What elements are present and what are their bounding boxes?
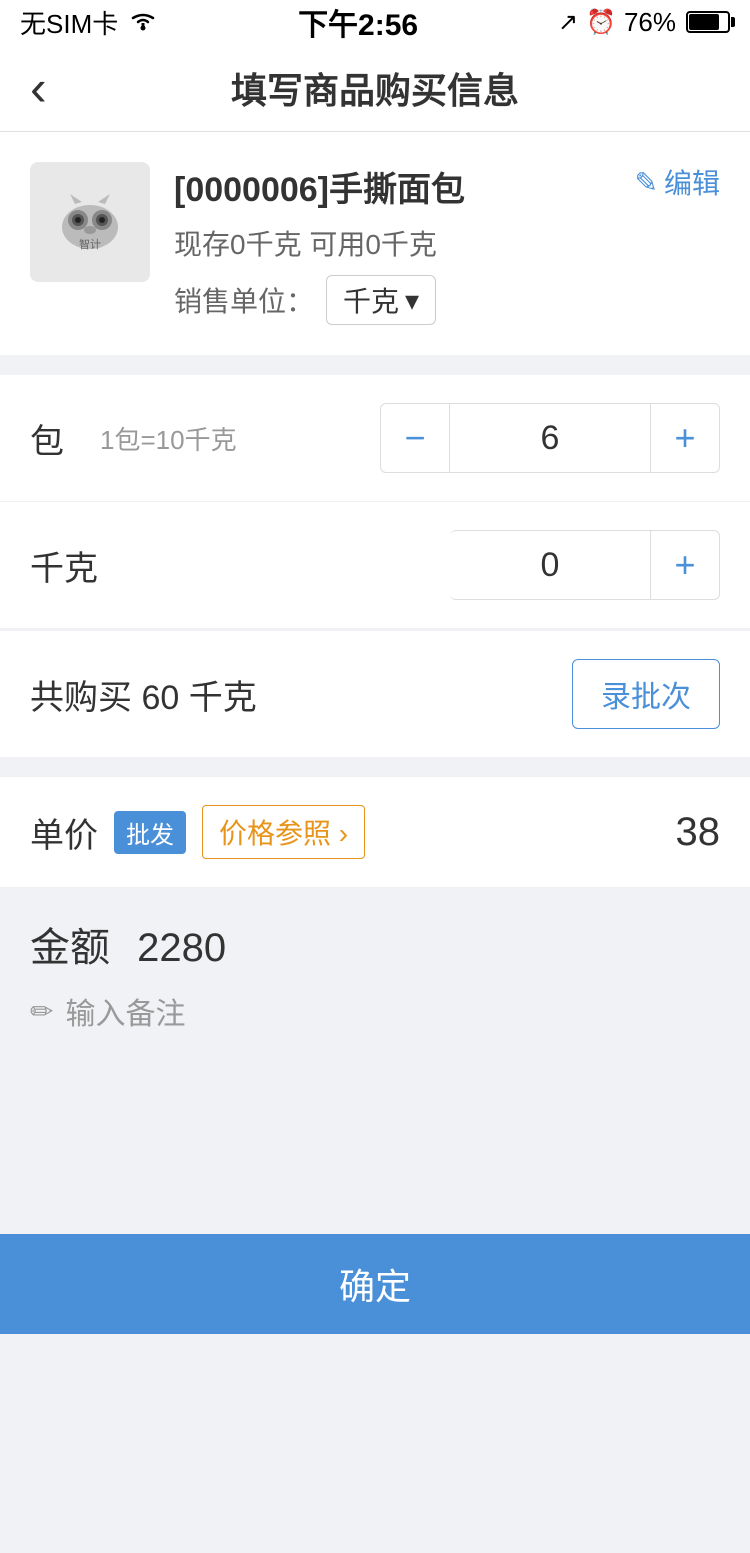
divider-1 xyxy=(0,365,750,375)
unit-select[interactable]: 千克 ▾ xyxy=(326,275,436,325)
location-icon: ↗ xyxy=(558,8,578,37)
price-section: 单价 批发 价格参照 › 38 xyxy=(0,777,750,887)
price-reference-button[interactable]: 价格参照 › xyxy=(202,805,365,859)
status-bar: 无SIM卡 下午2:56 ↗ ⏰ 76% xyxy=(0,0,750,44)
kg-label: 千克 xyxy=(30,541,98,590)
divider-2 xyxy=(0,767,750,777)
kg-quantity-input[interactable] xyxy=(450,530,650,600)
chevron-down-icon: ▾ xyxy=(405,284,419,317)
kg-quantity-controls: + xyxy=(450,530,720,600)
total-section: 共购买 60 千克 录批次 xyxy=(0,631,750,757)
price-label: 单价 xyxy=(30,808,98,857)
alarm-icon: ⏰ xyxy=(586,8,616,37)
confirm-bar[interactable]: 确定 xyxy=(0,1234,750,1334)
product-unit: 销售单位： 千克 ▾ xyxy=(174,275,720,325)
amount-value: 2280 xyxy=(137,926,226,970)
amount-section: 金额 2280 ✏ 输入备注 xyxy=(0,887,750,1053)
page-title: 填写商品购买信息 xyxy=(231,62,519,114)
pencil-icon: ✏ xyxy=(30,995,53,1028)
status-left: 无SIM卡 xyxy=(20,4,158,41)
bag-hint: 1包=10千克 xyxy=(100,420,380,457)
nav-bar: ‹ 填写商品购买信息 xyxy=(0,44,750,132)
svg-text:智计: 智计 xyxy=(79,237,101,251)
bag-quantity-row: 包 1包=10千克 − + xyxy=(0,375,750,502)
battery-icon xyxy=(686,11,730,33)
carrier-text: 无SIM卡 xyxy=(20,4,118,41)
unit-label: 销售单位： xyxy=(174,280,314,320)
kg-quantity-row: 千克 + xyxy=(0,502,750,629)
bag-minus-button[interactable]: − xyxy=(380,403,450,473)
bag-quantity-controls: − + xyxy=(380,403,720,473)
price-value: 38 xyxy=(676,810,721,855)
bag-quantity-input[interactable] xyxy=(450,403,650,473)
price-tag: 批发 xyxy=(114,811,186,854)
batch-button[interactable]: 录批次 xyxy=(572,659,720,729)
total-text: 共购买 60 千克 xyxy=(30,670,257,719)
kg-plus-button[interactable]: + xyxy=(650,530,720,600)
amount-label: 金额 xyxy=(30,926,110,970)
back-button[interactable]: ‹ xyxy=(30,59,47,117)
bag-plus-button[interactable]: + xyxy=(650,403,720,473)
product-stock: 现存0千克 可用0千克 xyxy=(174,223,720,263)
bag-label: 包 xyxy=(30,414,90,463)
price-row: 单价 批发 价格参照 › 38 xyxy=(30,805,720,859)
edit-icon: ✎ xyxy=(635,166,658,199)
amount-row: 金额 2280 xyxy=(30,915,720,973)
remark-placeholder: 输入备注 xyxy=(65,989,185,1033)
product-card: 智计 [0000006]手撕面包 现存0千克 可用0千克 销售单位： 千克 ▾ … xyxy=(0,132,750,355)
edit-button[interactable]: ✎ 编辑 xyxy=(635,162,720,202)
remark-row[interactable]: ✏ 输入备注 xyxy=(30,989,720,1033)
status-right: ↗ ⏰ 76% xyxy=(558,7,730,38)
status-time: 下午2:56 xyxy=(298,0,418,44)
quantity-section: 包 1包=10千克 − + 千克 + xyxy=(0,375,750,629)
confirm-text: 确定 xyxy=(339,1258,411,1310)
battery-text: 76% xyxy=(624,7,676,38)
wifi-icon xyxy=(128,7,158,38)
product-image: 智计 xyxy=(30,162,150,282)
